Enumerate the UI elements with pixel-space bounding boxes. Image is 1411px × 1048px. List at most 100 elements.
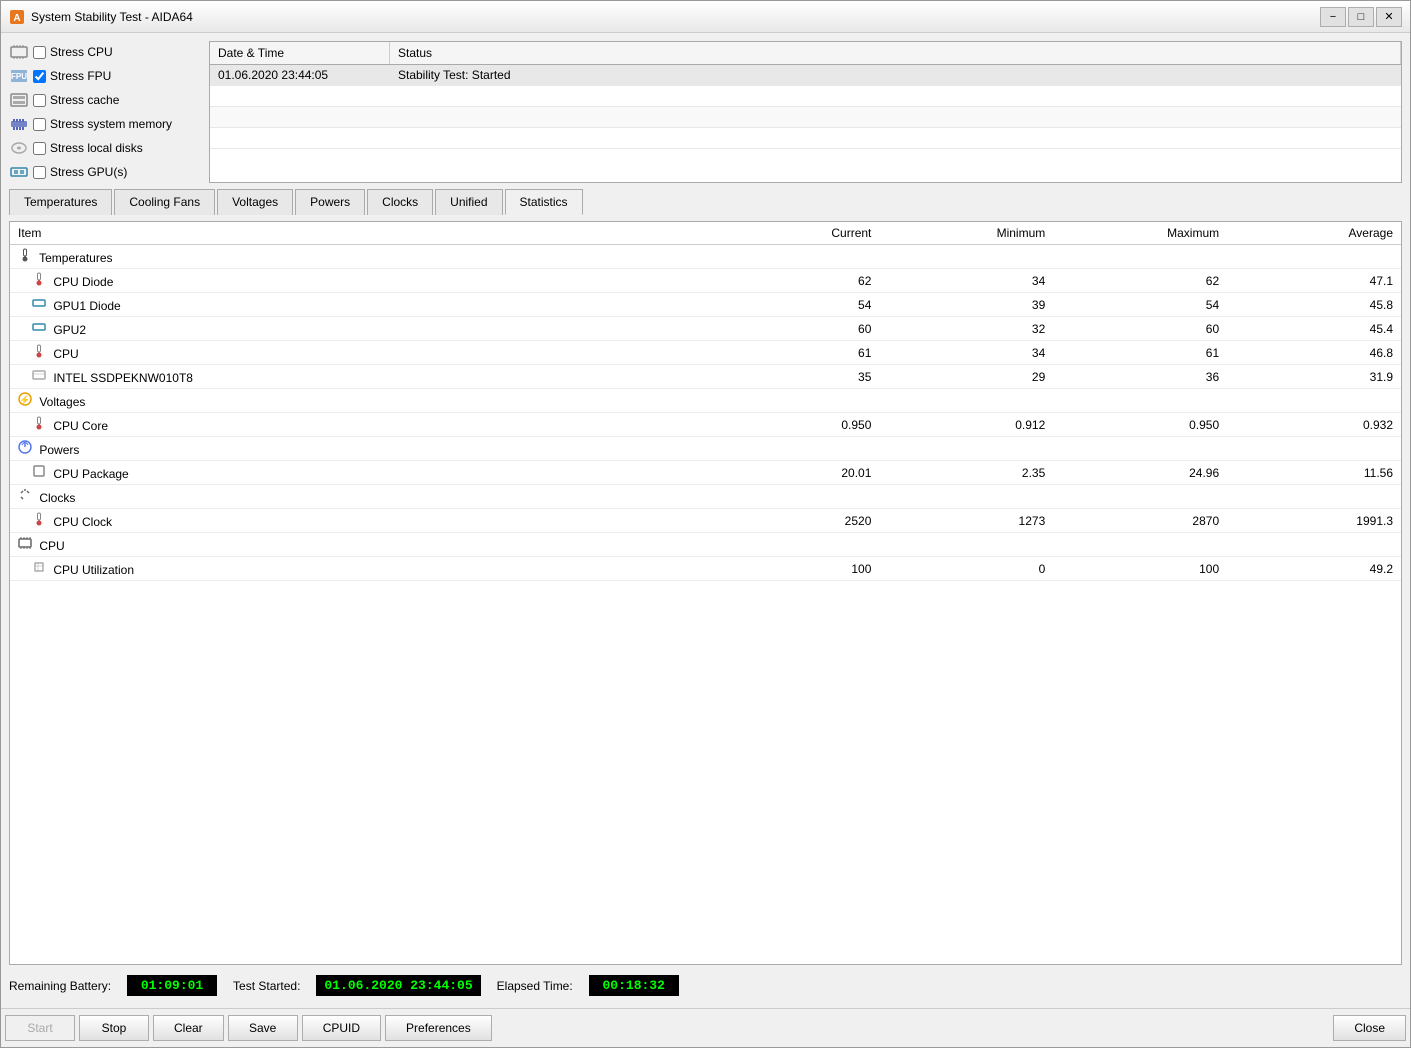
table-row: GPU2 60 32 60 45.4 [10, 317, 1401, 341]
cpuid-button[interactable]: CPUID [302, 1015, 381, 1041]
item-name: CPU Core [10, 413, 706, 437]
table-row: CPU Core 0.950 0.912 0.950 0.932 [10, 413, 1401, 437]
item-name: INTEL SSDPEKNW010T8 [10, 365, 706, 389]
item-name: CPU [10, 341, 706, 365]
elapsed-time-label: Elapsed Time: [497, 979, 573, 993]
item-name: GPU2 [10, 317, 706, 341]
item-icon [32, 368, 46, 382]
group-label: Powers [10, 437, 1401, 461]
table-row: CPU Package 20.01 2.35 24.96 11.56 [10, 461, 1401, 485]
item-current: 100 [706, 557, 880, 581]
item-minimum: 39 [879, 293, 1053, 317]
log-row-3 [210, 128, 1401, 149]
log-row-1 [210, 86, 1401, 107]
group-label: Temperatures [10, 245, 1401, 269]
item-minimum: 1273 [879, 509, 1053, 533]
col-current: Current [706, 222, 880, 245]
item-icon [32, 344, 46, 358]
remaining-battery-value: 01:09:01 [127, 975, 217, 996]
elapsed-time-value: 00:18:32 [589, 975, 679, 996]
table-row: INTEL SSDPEKNW010T8 35 29 36 31.9 [10, 365, 1401, 389]
table-group-row: Powers [10, 437, 1401, 461]
item-name: CPU Diode [10, 269, 706, 293]
group-icon [18, 488, 32, 502]
minimize-button[interactable]: − [1320, 7, 1346, 27]
item-minimum: 34 [879, 341, 1053, 365]
item-average: 45.4 [1227, 317, 1401, 341]
item-icon [32, 560, 46, 574]
item-name: CPU Package [10, 461, 706, 485]
item-name: GPU1 Diode [10, 293, 706, 317]
group-label: CPU [10, 533, 1401, 557]
table-row: CPU Clock 2520 1273 2870 1991.3 [10, 509, 1401, 533]
log-header: Date & Time Status [210, 42, 1401, 65]
stress-cpu-label: Stress CPU [50, 45, 113, 59]
stop-button[interactable]: Stop [79, 1015, 149, 1041]
stress-gpus-checkbox[interactable] [33, 166, 46, 179]
item-minimum: 2.35 [879, 461, 1053, 485]
table-row: CPU Diode 62 34 62 47.1 [10, 269, 1401, 293]
tab-temperatures[interactable]: Temperatures [9, 189, 112, 215]
title-bar-left: A System Stability Test - AIDA64 [9, 9, 193, 25]
item-maximum: 100 [1053, 557, 1227, 581]
col-maximum: Maximum [1053, 222, 1227, 245]
item-current: 62 [706, 269, 880, 293]
log-status-2 [390, 107, 1401, 127]
item-icon [32, 320, 46, 334]
tab-clocks[interactable]: Clocks [367, 189, 433, 215]
save-button[interactable]: Save [228, 1015, 298, 1041]
clear-button[interactable]: Clear [153, 1015, 224, 1041]
tab-cooling-fans[interactable]: Cooling Fans [114, 189, 215, 215]
log-status-3 [390, 128, 1401, 148]
stress-sys-mem-label: Stress system memory [50, 117, 172, 131]
statistics-table-container: Item Current Minimum Maximum Average Tem… [9, 221, 1402, 965]
group-icon [18, 248, 32, 262]
log-panel: Date & Time Status 01.06.2020 23:44:05 S… [209, 41, 1402, 183]
bottom-status-bar: Remaining Battery: 01:09:01 Test Started… [9, 971, 1402, 1000]
main-content: Stress CPU FPU Stress FPU [1, 33, 1410, 1008]
stress-cache-label: Stress cache [50, 93, 119, 107]
tab-voltages[interactable]: Voltages [217, 189, 293, 215]
item-maximum: 0.950 [1053, 413, 1227, 437]
item-minimum: 32 [879, 317, 1053, 341]
tab-unified[interactable]: Unified [435, 189, 502, 215]
stress-cache-icon [9, 92, 29, 108]
item-average: 0.932 [1227, 413, 1401, 437]
group-icon [18, 440, 32, 454]
start-button[interactable]: Start [5, 1015, 75, 1041]
table-group-row: CPU [10, 533, 1401, 557]
stress-fpu-item: FPU Stress FPU [9, 65, 199, 87]
stress-sys-mem-checkbox[interactable] [33, 118, 46, 131]
item-maximum: 2870 [1053, 509, 1227, 533]
stress-fpu-icon: FPU [9, 68, 29, 84]
item-icon [32, 464, 46, 478]
top-section: Stress CPU FPU Stress FPU [9, 41, 1402, 183]
statistics-table: Item Current Minimum Maximum Average Tem… [10, 222, 1401, 581]
preferences-button[interactable]: Preferences [385, 1015, 492, 1041]
item-icon [32, 296, 46, 310]
stress-cpu-checkbox[interactable] [33, 46, 46, 59]
tab-powers[interactable]: Powers [295, 189, 365, 215]
item-minimum: 29 [879, 365, 1053, 389]
tab-statistics[interactable]: Statistics [505, 189, 583, 215]
item-maximum: 60 [1053, 317, 1227, 341]
log-row-2 [210, 107, 1401, 128]
tabs-container: Temperatures Cooling Fans Voltages Power… [9, 189, 1402, 215]
stress-options-panel: Stress CPU FPU Stress FPU [9, 41, 199, 183]
window-title: System Stability Test - AIDA64 [31, 10, 193, 24]
item-current: 0.950 [706, 413, 880, 437]
stress-cache-item: Stress cache [9, 89, 199, 111]
stress-cache-checkbox[interactable] [33, 94, 46, 107]
item-minimum: 0 [879, 557, 1053, 581]
title-controls: − □ ✕ [1320, 7, 1402, 27]
stress-fpu-checkbox[interactable] [33, 70, 46, 83]
group-icon: ⚡ [18, 392, 32, 406]
group-icon [18, 536, 32, 550]
table-row: CPU Utilization 100 0 100 49.2 [10, 557, 1401, 581]
stress-local-disks-checkbox[interactable] [33, 142, 46, 155]
window-close-button[interactable]: ✕ [1376, 7, 1402, 27]
item-current: 60 [706, 317, 880, 341]
log-row-0: 01.06.2020 23:44:05 Stability Test: Star… [210, 65, 1401, 86]
maximize-button[interactable]: □ [1348, 7, 1374, 27]
close-button[interactable]: Close [1333, 1015, 1406, 1041]
